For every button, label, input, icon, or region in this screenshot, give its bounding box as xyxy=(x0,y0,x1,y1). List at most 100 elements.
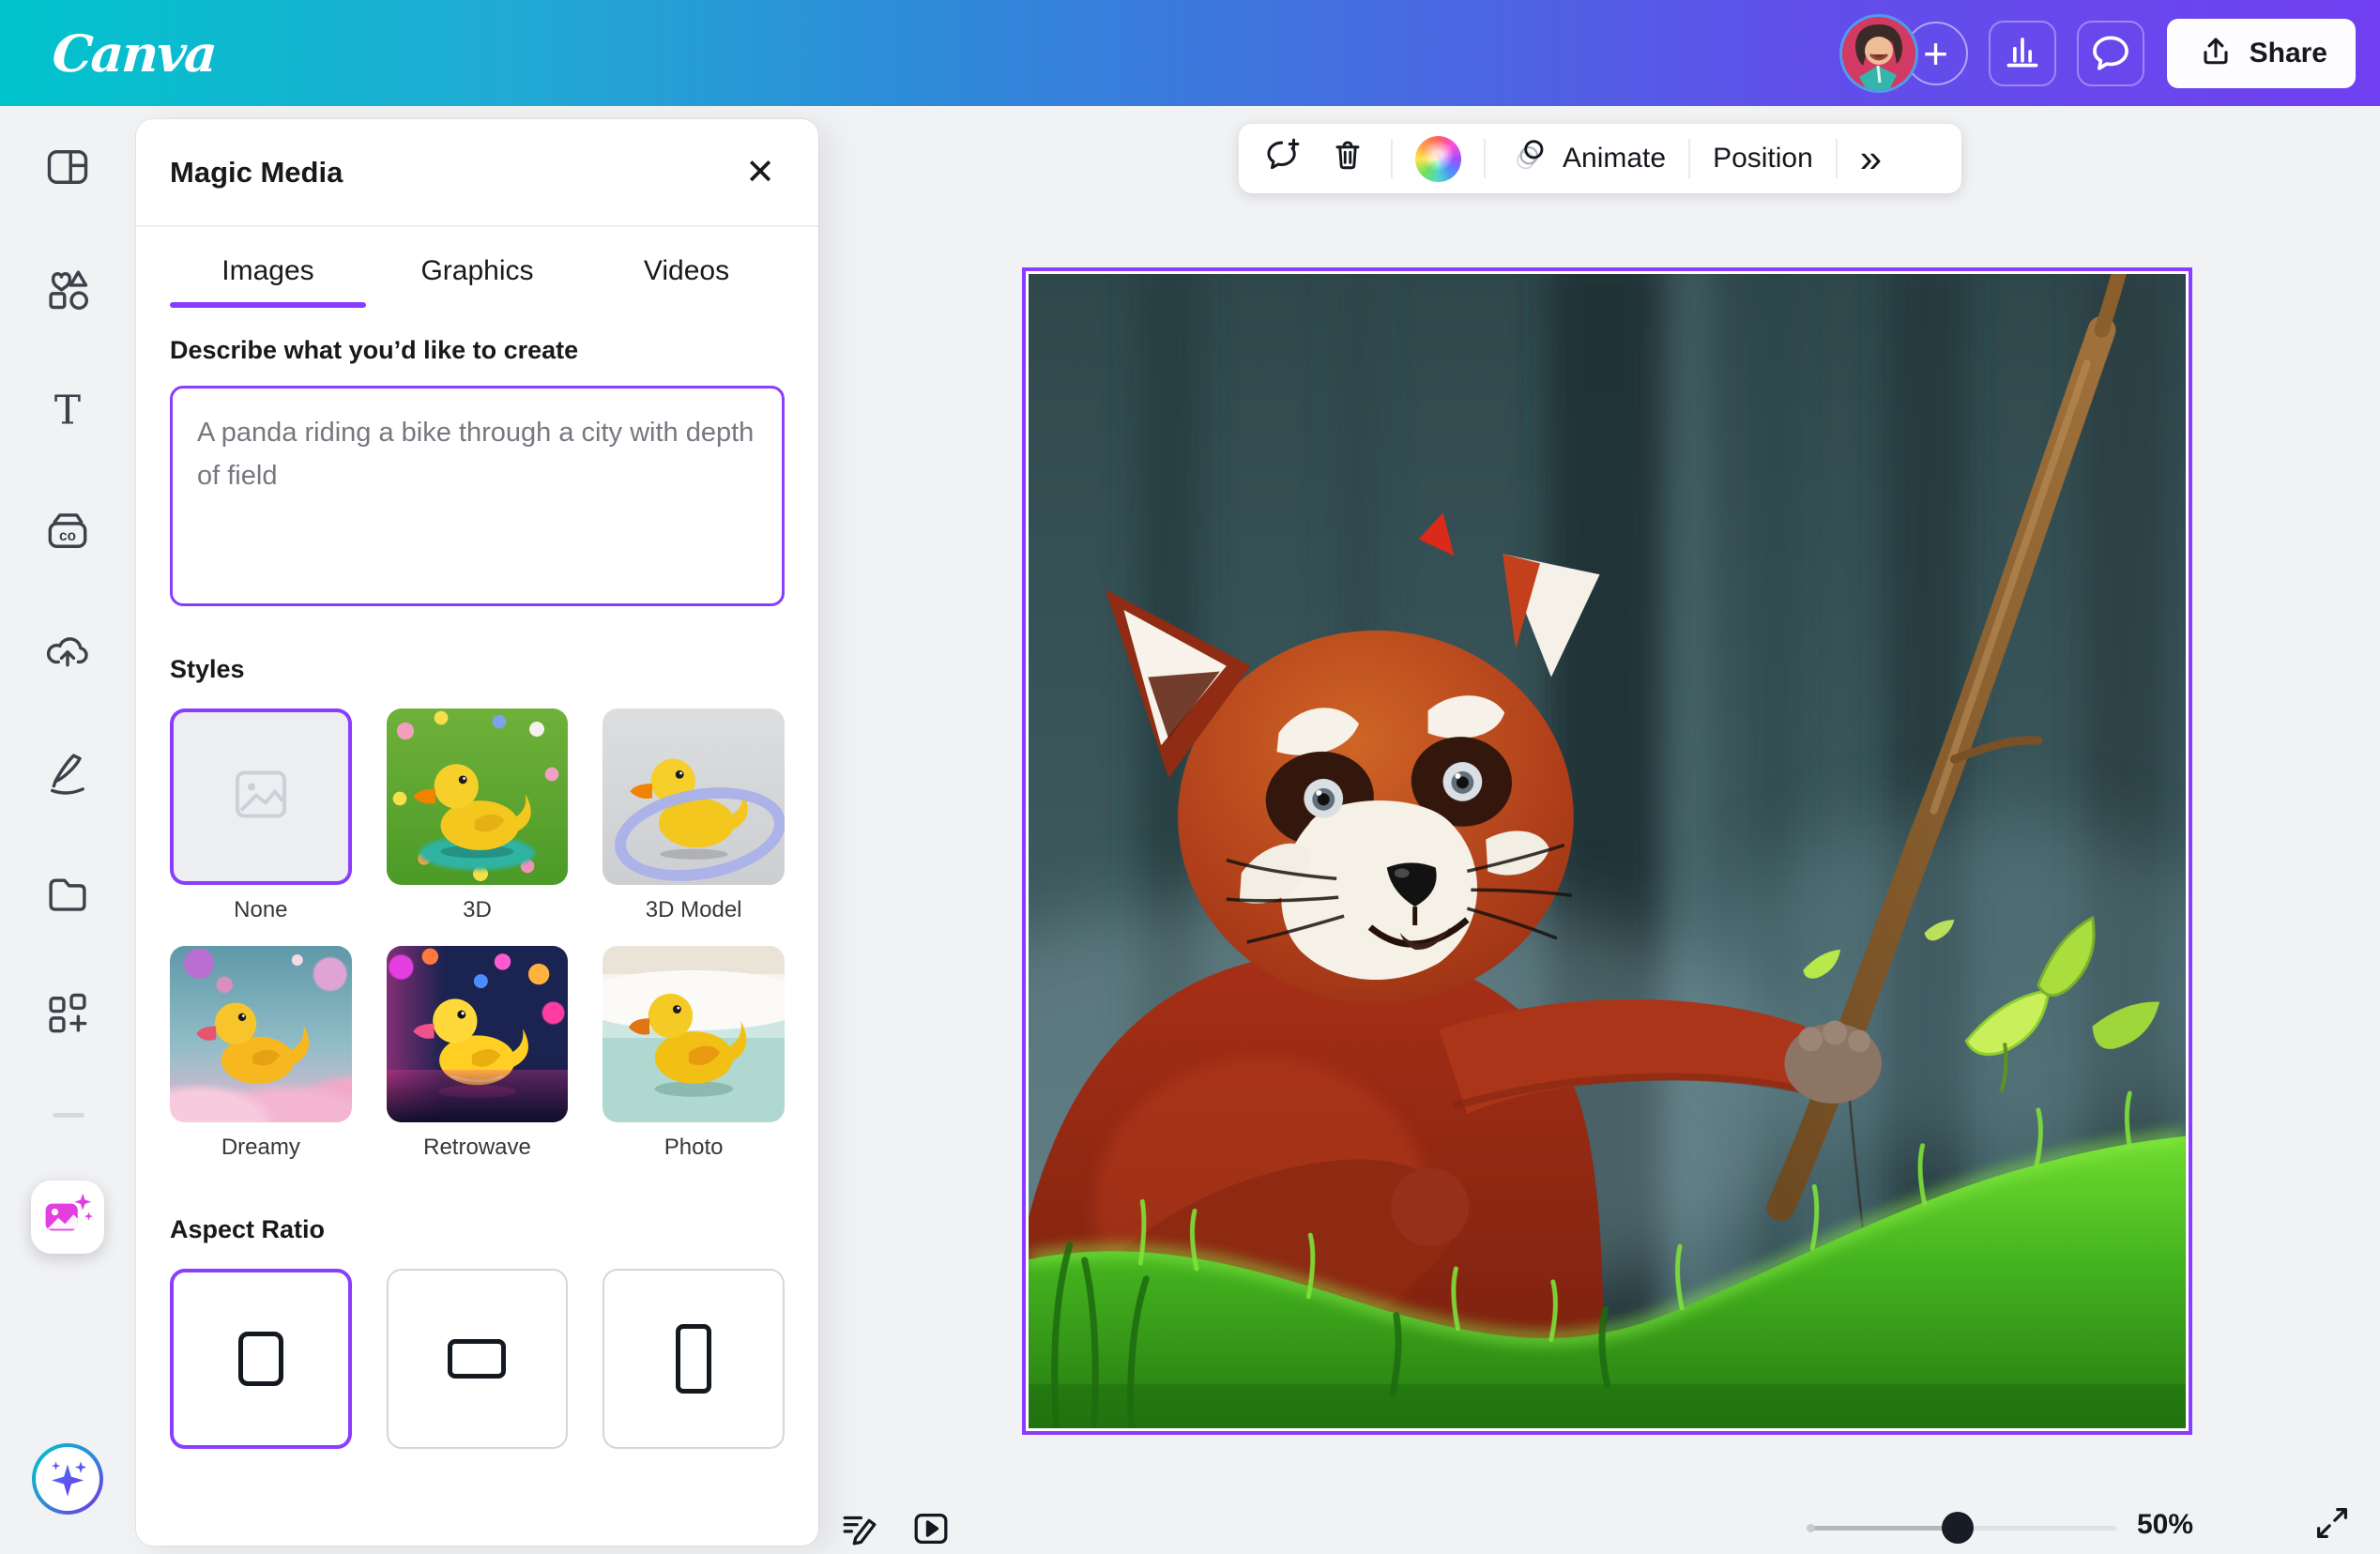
context-toolbar: Animate Position » xyxy=(1239,124,1961,193)
share-button[interactable]: Share xyxy=(2167,19,2356,88)
toolbar-divider xyxy=(1484,139,1486,178)
svg-text:T: T xyxy=(54,388,81,434)
pen-icon xyxy=(43,748,92,797)
expand-icon xyxy=(2311,1501,2354,1545)
animate-icon xyxy=(1508,133,1551,184)
animate-label: Animate xyxy=(1563,143,1666,175)
aspect-ratio-label: Aspect Ratio xyxy=(170,1215,785,1244)
position-label: Position xyxy=(1713,143,1813,175)
slider-start-dot xyxy=(1807,1524,1815,1532)
design-icon xyxy=(43,143,92,191)
magic-media-panel: Magic Media ✕ Images Graphics Videos Des… xyxy=(136,119,818,1546)
avatar[interactable] xyxy=(1842,17,1915,90)
export-icon xyxy=(2195,29,2236,78)
sidebar-item-text[interactable]: T xyxy=(38,380,98,440)
animate-button[interactable]: Animate xyxy=(1508,133,1666,184)
sidebar-item-brand[interactable]: co xyxy=(38,501,98,561)
style-label: None xyxy=(170,897,352,923)
canva-assistant-button[interactable] xyxy=(32,1443,103,1515)
toolbar-divider xyxy=(1836,139,1838,178)
plus-icon: + xyxy=(1923,29,1948,78)
insights-button[interactable] xyxy=(1989,21,2056,86)
double-chevron-right-icon: » xyxy=(1860,140,1878,177)
tab-graphics[interactable]: Graphics xyxy=(379,255,575,308)
slider-thumb[interactable] xyxy=(1942,1512,1974,1544)
style-tile-retrowave[interactable] xyxy=(387,946,569,1122)
aspect-option-landscape[interactable] xyxy=(387,1269,569,1449)
image-placeholder-icon xyxy=(230,764,292,830)
duck-dreamy-art xyxy=(188,974,333,1105)
style-tile-photo[interactable] xyxy=(603,946,785,1122)
sparkle-icon xyxy=(41,1453,94,1505)
duck-3d-model-art xyxy=(621,737,767,867)
prompt-input[interactable] xyxy=(170,386,785,606)
aspect-option-square[interactable] xyxy=(170,1269,352,1449)
landscape-ratio-icon xyxy=(448,1339,506,1379)
shapes-icon xyxy=(43,265,92,313)
panel-title: Magic Media xyxy=(170,156,343,190)
style-label: Dreamy xyxy=(170,1135,352,1161)
zoom-percent[interactable]: 50% xyxy=(2132,1509,2198,1541)
style-tile-none[interactable] xyxy=(170,708,352,885)
aspect-ratio-row xyxy=(170,1269,785,1449)
canva-editor: Canva + xyxy=(0,0,2380,1554)
square-ratio-icon xyxy=(238,1332,283,1386)
notes-button[interactable] xyxy=(838,1507,881,1550)
position-button[interactable]: Position xyxy=(1713,143,1813,175)
presentation-play-icon xyxy=(909,1507,953,1550)
styles-label: Styles xyxy=(170,655,785,684)
aspect-option-portrait[interactable] xyxy=(603,1269,785,1449)
brand-icon: co xyxy=(43,507,92,556)
canva-logo[interactable]: Canva xyxy=(51,23,218,84)
delete-button[interactable] xyxy=(1327,134,1368,183)
toolbar-divider xyxy=(1391,139,1393,178)
more-tools-button[interactable]: » xyxy=(1860,140,1878,177)
topbar-actions: + xyxy=(1842,17,2356,90)
slider-fill xyxy=(1807,1526,1958,1531)
style-label: Photo xyxy=(603,1135,785,1161)
sidebar-item-design[interactable] xyxy=(38,137,98,197)
share-label: Share xyxy=(2250,38,2327,69)
style-tile-dreamy[interactable] xyxy=(170,946,352,1122)
close-panel-button[interactable]: ✕ xyxy=(736,148,785,197)
canvas-selected-image[interactable] xyxy=(1022,267,2192,1435)
style-label: Retrowave xyxy=(387,1135,569,1161)
portrait-ratio-icon xyxy=(676,1324,711,1394)
sidebar-item-magic-media[interactable] xyxy=(31,1181,104,1254)
style-tile-3d[interactable] xyxy=(387,708,569,885)
sidebar-item-elements[interactable] xyxy=(38,259,98,319)
folder-icon xyxy=(43,869,92,918)
style-tile-3d-model[interactable] xyxy=(603,708,785,885)
apps-grid-icon xyxy=(43,989,92,1038)
text-icon: T xyxy=(43,386,92,434)
duck-3d-art xyxy=(404,737,550,867)
tab-bar: Images Graphics Videos xyxy=(136,227,818,308)
add-comment-button[interactable] xyxy=(1261,133,1304,184)
comment-add-icon xyxy=(1261,133,1304,184)
prompt-label: Describe what you’d like to create xyxy=(170,336,785,365)
tab-images[interactable]: Images xyxy=(170,255,366,308)
chart-bars-icon xyxy=(1998,27,2047,79)
sidebar-item-projects[interactable] xyxy=(38,863,98,923)
styles-grid: None 3D xyxy=(170,708,785,1183)
tab-videos[interactable]: Videos xyxy=(588,255,785,308)
color-wheel-icon xyxy=(1415,136,1461,182)
panel-header: Magic Media ✕ xyxy=(136,119,818,227)
fullscreen-button[interactable] xyxy=(2311,1501,2354,1545)
sidebar-item-apps[interactable] xyxy=(38,983,98,1044)
svg-text:co: co xyxy=(59,528,76,544)
upload-cloud-icon xyxy=(43,627,92,676)
present-button[interactable] xyxy=(909,1507,953,1550)
zoom-slider[interactable] xyxy=(1807,1511,2116,1545)
notes-icon xyxy=(838,1507,881,1550)
sidebar-item-draw[interactable] xyxy=(38,742,98,802)
sidebar-divider xyxy=(53,1113,84,1118)
comments-button[interactable] xyxy=(2077,21,2144,86)
sidebar-item-uploads[interactable] xyxy=(38,621,98,681)
red-panda-image xyxy=(1029,274,2186,1428)
speech-bubble-icon xyxy=(2086,27,2135,79)
style-label: 3D Model xyxy=(603,897,785,923)
style-label: 3D xyxy=(387,897,569,923)
magic-media-icon xyxy=(42,1192,93,1242)
color-picker-button[interactable] xyxy=(1415,136,1461,182)
